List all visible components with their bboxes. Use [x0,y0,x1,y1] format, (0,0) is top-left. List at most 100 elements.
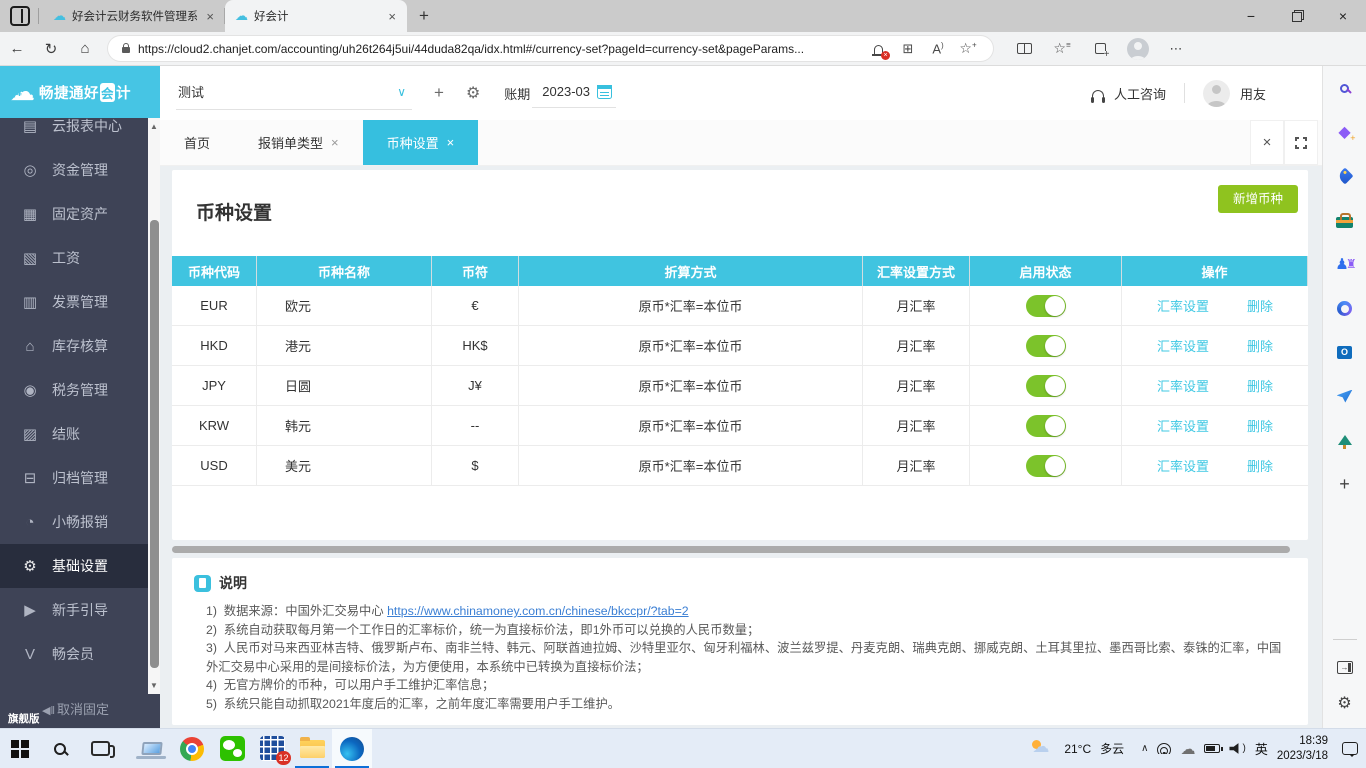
scroll-up-icon[interactable]: ▲ [148,122,160,131]
browser-tab-inactive[interactable]: ☁ 好会计云财务软件管理系统_会计 × [43,0,225,32]
drop-icon[interactable] [1336,387,1354,405]
battery-icon[interactable] [1204,744,1223,753]
sidebar-item-expense[interactable]: ◔ 小畅报销 [0,500,148,544]
file-explorer-icon[interactable] [292,729,332,768]
scrollbar-thumb[interactable] [149,220,159,668]
horizontal-scrollbar[interactable] [172,546,1290,553]
copilot-icon[interactable]: ◆ + [1336,123,1355,143]
hidden-icons-chevron[interactable]: ∧ [1141,743,1148,754]
sidebar-item-funds[interactable]: ◎ 资金管理 [0,148,148,192]
sidebar-settings-icon[interactable]: ⚙ [1336,694,1354,712]
weather-desc[interactable]: 多云 [1100,740,1124,757]
tab-close-icon[interactable]: × [203,9,217,24]
wechat-icon[interactable] [212,729,252,768]
clock[interactable]: 18:39 2023/3/18 [1277,734,1328,764]
network-icon[interactable] [1157,743,1172,754]
chrome-icon[interactable] [172,729,212,768]
notification-blocked-icon[interactable]: × [863,37,893,61]
rate-setting-link[interactable]: 汇率设置 [1157,456,1209,475]
start-button[interactable] [0,729,40,768]
browser-tab-active[interactable]: ☁ 好会计 × [225,0,407,32]
close-button[interactable]: × [1320,0,1366,32]
home-icon[interactable]: ⌂ [68,40,102,57]
fullscreen-icon[interactable] [1284,120,1318,165]
taskbar-search-icon[interactable] [40,729,80,768]
sidebar-item-archive[interactable]: ⊟ 归档管理 [0,456,148,500]
games-icon[interactable]: ♟ ♜ [1335,255,1356,273]
enable-toggle[interactable] [1025,414,1066,437]
period-picker[interactable]: 2023-03 [532,78,617,108]
sidebar-item-fixed-assets[interactable]: ▦ 固定资产 [0,192,148,236]
lock-icon[interactable] [122,43,130,53]
read-aloud-icon[interactable]: A) [923,37,953,61]
user-name[interactable]: 用友 [1240,84,1266,103]
delete-link[interactable]: 删除 [1247,296,1273,315]
rate-setting-link[interactable]: 汇率设置 [1157,416,1209,435]
favorite-add-icon[interactable]: ☆+ [953,37,983,61]
shopping-icon[interactable] [1336,167,1354,185]
sidebar-item-beginner-guide[interactable]: ▶ 新手引导 [0,588,148,632]
user-avatar[interactable] [1202,79,1230,107]
minimize-button[interactable]: − [1228,0,1274,32]
weather-icon[interactable] [1029,737,1055,758]
restore-button[interactable] [1274,0,1320,32]
enable-toggle[interactable] [1025,454,1066,477]
rate-setting-link[interactable]: 汇率设置 [1157,376,1209,395]
sidebar-item-basic-settings[interactable]: ⚙ 基础设置 [0,544,148,588]
hide-sidebar-icon[interactable]: → [1336,658,1354,676]
rate-setting-link[interactable]: 汇率设置 [1157,336,1209,355]
browser-profile-avatar[interactable] [1123,37,1153,61]
remote-desktop-icon[interactable] [132,729,172,768]
sidebar-item-closing[interactable]: ▨ 结账 [0,412,148,456]
delete-link[interactable]: 删除 [1247,336,1273,355]
collections-icon[interactable]: ☆≡ [1047,37,1077,61]
microsoft-365-icon[interactable] [1336,299,1354,317]
add-account-set-icon[interactable]: + [434,83,444,103]
enable-toggle[interactable] [1025,374,1066,397]
chinamoney-link[interactable]: https://www.chinamoney.com.cn/chinese/bk… [387,604,689,618]
delete-link[interactable]: 删除 [1247,416,1273,435]
onedrive-icon[interactable]: ☁ [1180,740,1195,758]
ime-indicator[interactable]: 英 [1255,739,1268,758]
workspaces-icon[interactable] [10,6,30,26]
tab-home[interactable]: 首页 [160,120,234,165]
enable-toggle[interactable] [1025,294,1066,317]
settings-gear-icon[interactable]: ⚙ [466,83,480,103]
tools-icon[interactable] [1336,211,1354,229]
tab-close-icon[interactable]: × [331,135,339,150]
snapshot-icon[interactable] [1085,37,1115,61]
reload-icon[interactable]: ↻ [34,40,68,58]
back-icon[interactable]: ← [0,40,34,57]
sidebar-item-tax[interactable]: ◉ 税务管理 [0,368,148,412]
new-tab-button[interactable]: + [407,6,441,26]
rate-setting-link[interactable]: 汇率设置 [1157,296,1209,315]
add-currency-button[interactable]: 新增币种 [1217,185,1298,213]
tab-close-icon[interactable]: × [385,9,399,24]
delete-link[interactable]: 删除 [1247,456,1273,475]
app-grid-icon[interactable]: 12 [252,729,292,768]
notification-center-icon[interactable] [1342,742,1358,757]
weather-temp[interactable]: 21°C [1064,742,1091,756]
delete-link[interactable]: 删除 [1247,376,1273,395]
task-view-icon[interactable] [80,729,120,768]
sidebar-scrollbar[interactable]: ▲ ▼ [148,118,160,694]
outlook-icon[interactable]: O [1336,343,1354,361]
tab-close-icon[interactable]: × [447,135,455,150]
tab-currency-settings[interactable]: 币种设置 × [362,120,479,165]
sidebar-item-membership[interactable]: V 畅会员 [0,632,148,676]
volume-icon[interactable]: ) [1229,743,1246,755]
tab-expense-type[interactable]: 报销单类型 × [234,120,363,165]
address-bar[interactable]: https://cloud2.chanjet.com/accounting/uh… [108,36,993,61]
enable-toggle[interactable] [1025,334,1066,357]
split-window-new-icon[interactable]: ⊞ [893,37,923,61]
tree-icon[interactable] [1336,431,1354,449]
sidebar-item-invoices[interactable]: ▥ 发票管理 [0,280,148,324]
split-screen-icon[interactable] [1009,37,1039,61]
search-icon[interactable] [1336,79,1354,97]
close-all-tabs-icon[interactable]: × [1250,120,1284,165]
support-link[interactable]: 人工咨询 [1114,84,1166,103]
sidebar-item-payroll[interactable]: ▧ 工资 [0,236,148,280]
edge-icon[interactable] [332,728,372,768]
url-text[interactable]: https://cloud2.chanjet.com/accounting/uh… [138,42,863,56]
scroll-down-icon[interactable]: ▼ [148,681,160,690]
